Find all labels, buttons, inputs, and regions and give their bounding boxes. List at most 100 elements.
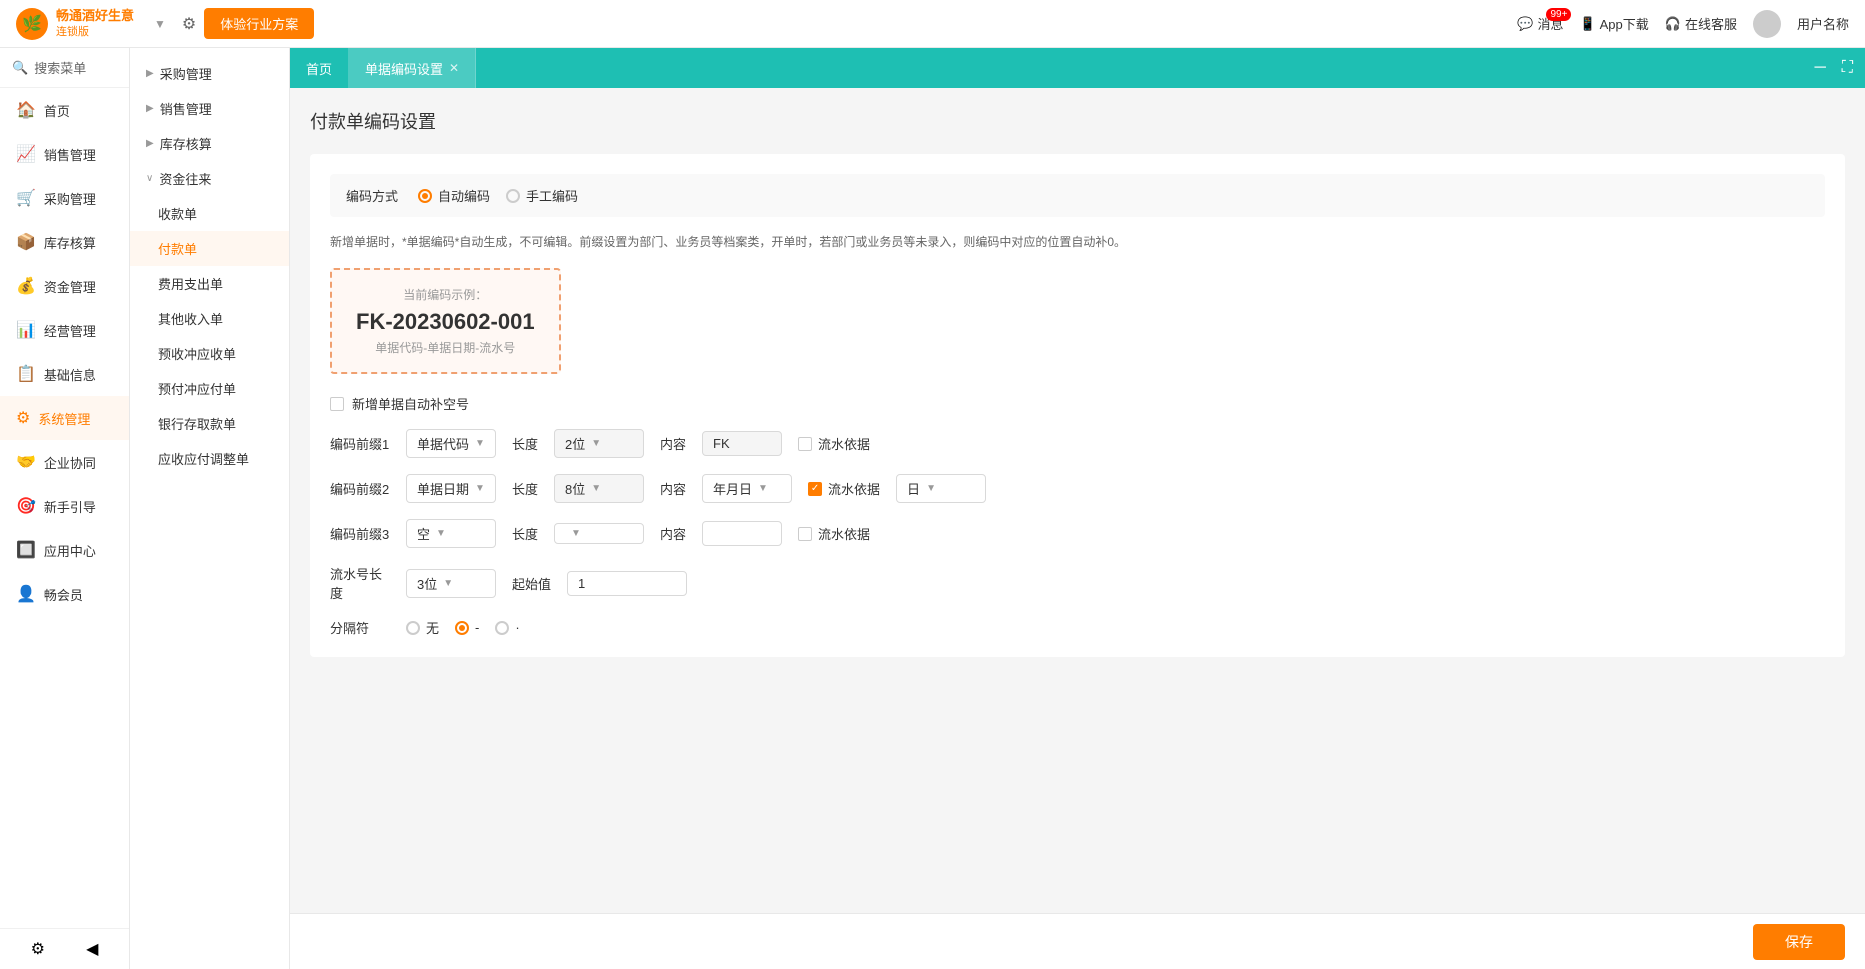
- trial-button[interactable]: 体验行业方案: [204, 8, 314, 39]
- finance-icon: 💰: [16, 276, 36, 296]
- sidebar-item-guide[interactable]: 🎯 新手引导: [0, 484, 129, 528]
- length1-select[interactable]: 2位 ▼: [554, 429, 644, 458]
- minimize-icon[interactable]: ─: [1810, 55, 1829, 81]
- user-name[interactable]: 用户名称: [1797, 14, 1849, 33]
- submenu-item-prepay-receivable[interactable]: 预收冲应收单: [130, 336, 289, 371]
- chevron-down-icon: ▼: [436, 528, 446, 539]
- submenu-header-purchase[interactable]: ▶ 采购管理: [130, 56, 289, 91]
- submenu-item-prepay-payable[interactable]: 预付冲应付单: [130, 371, 289, 406]
- sidebar-item-operation[interactable]: 📊 经营管理: [0, 308, 129, 352]
- download-icon: 📱: [1579, 16, 1595, 32]
- user-avatar[interactable]: [1753, 10, 1781, 38]
- header-right: 💬 消息 99+ 📱 App下载 🎧 在线客服 用户名称: [1517, 10, 1849, 38]
- save-button[interactable]: 保存: [1753, 924, 1845, 960]
- sidebar-item-label: 采购管理: [44, 189, 96, 208]
- sidebar: 🔍 搜索菜单 🏠 首页 📈 销售管理 🛒 采购管理 📦 库存核算 💰: [0, 48, 130, 969]
- tab-home[interactable]: 首页: [290, 48, 349, 88]
- submenu-item-payment[interactable]: 付款单: [130, 231, 289, 266]
- online-service-item[interactable]: 🎧 在线客服: [1665, 14, 1737, 33]
- waterfall1-checkbox[interactable]: [798, 437, 812, 451]
- content3-input[interactable]: [702, 521, 782, 546]
- system-icon: ⚙: [16, 408, 30, 428]
- tab-close-icon[interactable]: ✕: [449, 61, 459, 75]
- content1-input[interactable]: [702, 431, 782, 456]
- auto-fill-checkbox[interactable]: [330, 397, 344, 411]
- settings-icon[interactable]: ⚙: [31, 939, 45, 959]
- waterfall2-unit-value: 日: [907, 479, 920, 498]
- submenu-item-bank[interactable]: 银行存取款单: [130, 406, 289, 441]
- submenu-item-other-income[interactable]: 其他收入单: [130, 301, 289, 336]
- header-nav: ▼ ⚙ 体验行业方案: [146, 8, 314, 39]
- content2-select[interactable]: 年月日 ▼: [702, 474, 792, 503]
- waterfall2-checkbox[interactable]: ✓: [808, 482, 822, 496]
- prefix2-select[interactable]: 单据日期 ▼: [406, 474, 496, 503]
- sidebar-item-sales[interactable]: 📈 销售管理: [0, 132, 129, 176]
- operation-icon: 📊: [16, 320, 36, 340]
- submenu-group-sales: ▶ 销售管理: [130, 91, 289, 126]
- auto-encoding-radio[interactable]: 自动编码: [418, 186, 490, 205]
- tab-encoding-settings[interactable]: 单据编码设置 ✕: [349, 48, 476, 88]
- sidebar-search[interactable]: 🔍 搜索菜单: [0, 48, 129, 88]
- separator-dot-radio[interactable]: ·: [495, 620, 519, 635]
- encoding-mode-row: 编码方式 自动编码 手工编码: [330, 174, 1825, 217]
- length2-select[interactable]: 8位 ▼: [554, 474, 644, 503]
- sidebar-item-apps[interactable]: 🔲 应用中心: [0, 528, 129, 572]
- submenu-item-expense[interactable]: 费用支出单: [130, 266, 289, 301]
- waterfall2-unit-select[interactable]: 日 ▼: [896, 474, 986, 503]
- submenu-item-receipt[interactable]: 收款单: [130, 196, 289, 231]
- sales-icon: 📈: [16, 144, 36, 164]
- start-value-input[interactable]: [567, 571, 687, 596]
- serial-row: 流水号长度 3位 ▼ 起始值: [330, 564, 1825, 602]
- sidebar-item-enterprise[interactable]: 🤝 企业协同: [0, 440, 129, 484]
- collapse-icon[interactable]: ◀: [86, 939, 98, 959]
- waterfall3-checkbox[interactable]: [798, 527, 812, 541]
- serial-length-select[interactable]: 3位 ▼: [406, 569, 496, 598]
- sidebar-item-home[interactable]: 🏠 首页: [0, 88, 129, 132]
- submenu-item-adjust[interactable]: 应收应付调整单: [130, 441, 289, 476]
- prefix1-value: 单据代码: [417, 434, 469, 453]
- submenu-header-sales[interactable]: ▶ 销售管理: [130, 91, 289, 126]
- chevron-down-icon: ▼: [591, 483, 601, 494]
- sidebar-item-base[interactable]: 📋 基础信息: [0, 352, 129, 396]
- inventory-icon: 📦: [16, 232, 36, 252]
- length3-label: 长度: [512, 524, 538, 543]
- length1-label: 长度: [512, 434, 538, 453]
- separator-none-radio[interactable]: 无: [406, 618, 439, 637]
- prefix-row-2: 编码前缀2 单据日期 ▼ 长度 8位 ▼ 内容 年月日: [330, 474, 1825, 503]
- none-radio-circle: [406, 621, 420, 635]
- sub-menu: ▶ 采购管理 ▶ 销售管理 ▶ 库存核算 ∨ 资金往来: [130, 48, 290, 969]
- separator-dash-radio[interactable]: -: [455, 620, 479, 635]
- auto-radio-circle: [418, 189, 432, 203]
- arrow-icon: ∨: [146, 173, 153, 184]
- home-icon: 🏠: [16, 100, 36, 120]
- tab-bar-right: ─ ⛶: [1810, 55, 1865, 81]
- manual-encoding-radio[interactable]: 手工编码: [506, 186, 578, 205]
- gear-icon[interactable]: ⚙: [182, 14, 196, 34]
- header-dropdown[interactable]: ▼: [146, 13, 174, 35]
- app-download-item[interactable]: 📱 App下载: [1579, 14, 1648, 33]
- sidebar-item-member[interactable]: 👤 畅会员: [0, 572, 129, 616]
- prefix3-select[interactable]: 空 ▼: [406, 519, 496, 548]
- sidebar-item-system[interactable]: ⚙ 系统管理: [0, 396, 129, 440]
- submenu-header-inventory[interactable]: ▶ 库存核算: [130, 126, 289, 161]
- submenu-header-capital[interactable]: ∨ 资金往来: [130, 161, 289, 196]
- prefix1-select[interactable]: 单据代码 ▼: [406, 429, 496, 458]
- maximize-icon[interactable]: ⛶: [1838, 55, 1857, 81]
- tab-label: 单据编码设置: [365, 59, 443, 78]
- sidebar-item-inventory[interactable]: 📦 库存核算: [0, 220, 129, 264]
- waterfall2-group: ✓ 流水依据: [808, 479, 880, 498]
- message-item[interactable]: 💬 消息 99+: [1517, 14, 1563, 33]
- auto-radio-dot: [422, 193, 428, 199]
- info-text: 新增单据时，*单据编码*自动生成，不可编辑。前缀设置为部门、业务员等档案类，开单…: [330, 233, 1825, 252]
- content2-value: 年月日: [713, 479, 752, 498]
- waterfall1-group: 流水依据: [798, 434, 870, 453]
- separator-radio-group: 无 - ·: [406, 618, 520, 637]
- sidebar-item-purchase[interactable]: 🛒 采购管理: [0, 176, 129, 220]
- serial-length-value: 3位: [417, 574, 437, 593]
- length3-select[interactable]: ▼: [554, 523, 644, 544]
- prefix-row-3: 编码前缀3 空 ▼ 长度 ▼ 内容: [330, 519, 1825, 548]
- sidebar-item-finance[interactable]: 💰 资金管理: [0, 264, 129, 308]
- separator-dash-label: -: [475, 620, 479, 635]
- logo-text: 畅通酒好生意 连锁版: [56, 8, 134, 40]
- prefix2-label: 编码前缀2: [330, 479, 390, 498]
